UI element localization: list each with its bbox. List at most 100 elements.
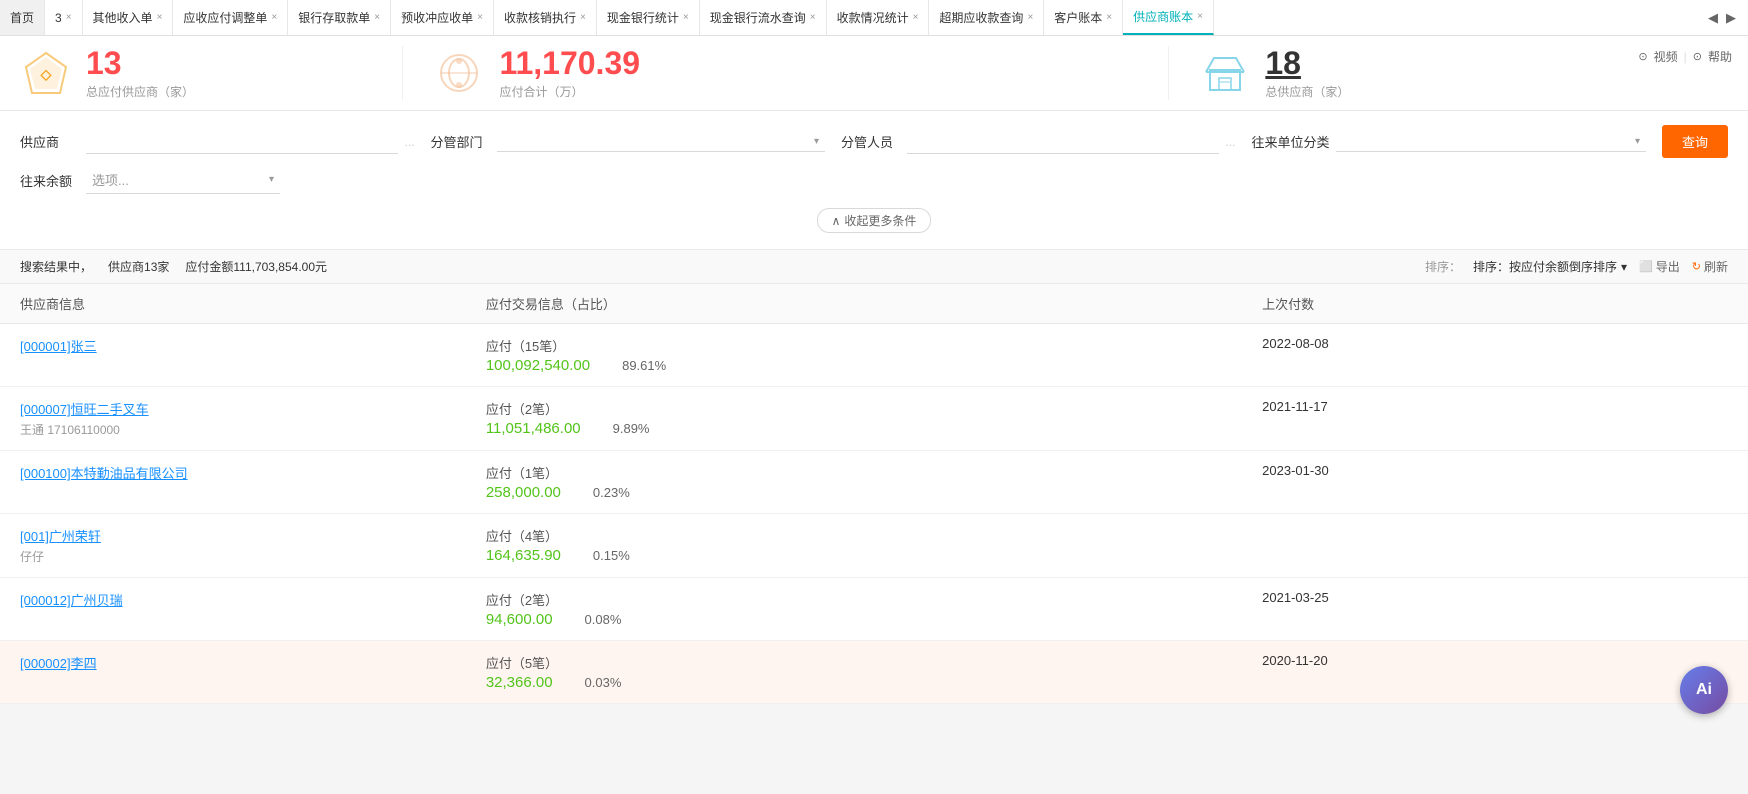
nav-customer-ledger-close[interactable]: ×: [1106, 12, 1112, 23]
transaction-row-3: 258,000.00 0.23%: [486, 484, 1262, 501]
nav-other-income[interactable]: 其他收入单 ×: [83, 0, 174, 35]
transaction-amount-3: 258,000.00: [486, 484, 561, 501]
nav-cash-bank-stat-close[interactable]: ×: [683, 12, 689, 23]
department-select[interactable]: ▾: [497, 132, 826, 152]
table-row: [000012]广州贝瑞 应付（2笔） 94,600.00 0.08% 2021…: [0, 578, 1748, 641]
category-dropdown-icon: ▾: [1635, 136, 1640, 147]
nav-advance-ar-close[interactable]: ×: [477, 12, 483, 23]
lastpay-cell-6: 2020-11-20: [1262, 653, 1728, 668]
nav-cash-bank-flow-close[interactable]: ×: [810, 12, 816, 23]
supplier-cell-6: [000002]李四: [20, 653, 486, 672]
transaction-row-6: 32,366.00 0.03%: [486, 674, 1262, 691]
nav-bank-deposit-close[interactable]: ×: [374, 12, 380, 23]
transaction-cell-1: 应付（15笔） 100,092,540.00 89.61%: [486, 336, 1262, 374]
supplier-link-3[interactable]: [000100]本特勤油品有限公司: [20, 466, 188, 481]
filter-supplier-label: 供应商: [20, 132, 80, 151]
filter-category-label: 往来单位分类: [1252, 132, 1330, 151]
nav-customer-ledger[interactable]: 客户账本 ×: [1044, 0, 1123, 35]
supplier-link-5[interactable]: [000012]广州贝瑞: [20, 593, 123, 608]
nav-prev-arrow[interactable]: ◀: [1704, 10, 1722, 26]
supplier-link-2[interactable]: [000007]恒旺二手叉车: [20, 402, 149, 417]
nav-tab3-close[interactable]: ×: [66, 12, 72, 23]
supplier-cell-1: [000001]张三: [20, 336, 486, 355]
nav-advance-ar-label: 预收冲应收单: [401, 9, 473, 26]
stat-payable-suppliers-number: 13: [86, 46, 194, 81]
lastpay-date-3: 2023-01-30: [1262, 463, 1329, 478]
video-link[interactable]: 视频: [1654, 48, 1678, 65]
filter-balance: 往来余额 选项... ▾: [20, 166, 280, 194]
nav-cash-bank-stat-label: 现金银行统计: [607, 9, 679, 26]
nav-supplier-ledger-close[interactable]: ×: [1197, 11, 1203, 22]
nav-advance-ar[interactable]: 预收冲应收单 ×: [391, 0, 494, 35]
ai-button-label: Ai: [1696, 681, 1712, 699]
nav-receipt-stat-close[interactable]: ×: [913, 12, 919, 23]
export-label: 导出: [1656, 258, 1680, 275]
filter-supplier: 供应商 ...: [20, 130, 415, 154]
nav-overdue-ar-close[interactable]: ×: [1027, 12, 1033, 23]
category-select[interactable]: ▾: [1336, 132, 1646, 152]
transaction-cell-5: 应付（2笔） 94,600.00 0.08%: [486, 590, 1262, 628]
help-link[interactable]: 帮助: [1708, 48, 1732, 65]
lastpay-date-2: 2021-11-17: [1262, 399, 1328, 414]
stat-total-suppliers-label: 总供应商（家）: [1265, 83, 1349, 100]
supplier-link-1[interactable]: [000001]张三: [20, 339, 97, 354]
transaction-cell-3: 应付（1笔） 258,000.00 0.23%: [486, 463, 1262, 501]
supplier-cell-4: [001]广州荣轩 仔仔: [20, 526, 486, 565]
transaction-percent-1: 89.61%: [622, 358, 666, 373]
collapse-icon: ∧: [832, 214, 841, 228]
nav-supplier-ledger[interactable]: 供应商账本 ×: [1123, 0, 1214, 35]
nav-other-income-label: 其他收入单: [93, 9, 153, 26]
table-header: 供应商信息 应付交易信息（占比） 上次付数: [0, 284, 1748, 324]
supplier-link-6[interactable]: [000002]李四: [20, 656, 97, 671]
table-row: [000100]本特勤油品有限公司 应付（1笔） 258,000.00 0.23…: [0, 451, 1748, 514]
nav-overdue-ar[interactable]: 超期应收款查询 ×: [929, 0, 1044, 35]
filter-department-label: 分管部门: [431, 132, 491, 151]
nav-receipt-writeoff-label: 收款核销执行: [504, 9, 576, 26]
table-row: [001]广州荣轩 仔仔 应付（4笔） 164,635.90 0.15%: [0, 514, 1748, 578]
transaction-amount-2: 11,051,486.00: [486, 420, 581, 437]
nav-cash-bank-stat[interactable]: 现金银行统计 ×: [597, 0, 700, 35]
sort-select[interactable]: 排序：按应付余额倒序排序 ▾: [1473, 258, 1627, 275]
query-button[interactable]: 查询: [1662, 125, 1728, 158]
supplier-input[interactable]: [86, 130, 398, 154]
supplier-link-4[interactable]: [001]广州荣轩: [20, 529, 101, 544]
result-bar-right: 排序： 排序：按应付余额倒序排序 ▾ ⬜ 导出 ↻ 刷新: [1425, 258, 1728, 275]
nav-ar-ap-adjust-close[interactable]: ×: [271, 12, 277, 23]
top-navigation: 首页 3 × 其他收入单 × 应收应付调整单 × 银行存取款单 × 预收冲应收单…: [0, 0, 1748, 36]
table-row: [000001]张三 应付（15笔） 100,092,540.00 89.61%…: [0, 324, 1748, 387]
export-button[interactable]: ⬜ 导出: [1639, 258, 1680, 275]
nav-receipt-writeoff[interactable]: 收款核销执行 ×: [494, 0, 597, 35]
lastpay-date-6: 2020-11-20: [1262, 653, 1328, 668]
refresh-button[interactable]: ↻ 刷新: [1692, 258, 1728, 275]
transaction-amount-1: 100,092,540.00: [486, 357, 590, 374]
stat-total-suppliers-number: 18: [1265, 46, 1349, 81]
export-icon: ⬜: [1639, 260, 1653, 273]
collapse-button[interactable]: ∧ 收起更多条件: [817, 208, 932, 233]
lastpay-cell-2: 2021-11-17: [1262, 399, 1728, 414]
nav-receipt-writeoff-close[interactable]: ×: [580, 12, 586, 23]
stat-total-suppliers-info: 18 总供应商（家）: [1265, 46, 1349, 100]
nav-home[interactable]: 首页: [0, 0, 45, 35]
nav-tab3[interactable]: 3 ×: [45, 0, 83, 35]
nav-bank-deposit[interactable]: 银行存取款单 ×: [288, 0, 391, 35]
stat-payable-amount-label: 应付合计（万）: [499, 83, 640, 100]
balance-select[interactable]: 选项... ▾: [86, 166, 280, 194]
transaction-label-3: 应付（1笔）: [486, 463, 1262, 482]
transaction-amount-4: 164,635.90: [486, 547, 561, 564]
supplier-sub-2: 王通 17106110000: [20, 421, 486, 438]
supplier-cell-3: [000100]本特勤油品有限公司: [20, 463, 486, 482]
nav-other-income-close[interactable]: ×: [157, 12, 163, 23]
manager-input[interactable]: [907, 130, 1219, 154]
nav-ar-ap-adjust[interactable]: 应收应付调整单 ×: [173, 0, 288, 35]
result-prefix: 搜索结果中，: [20, 258, 92, 275]
nav-next-arrow[interactable]: ▶: [1722, 10, 1740, 26]
transaction-percent-6: 0.03%: [585, 675, 622, 690]
ai-button[interactable]: Ai: [1680, 666, 1728, 714]
nav-cash-bank-flow[interactable]: 现金银行流水查询 ×: [700, 0, 827, 35]
nav-receipt-stat[interactable]: 收款情况统计 ×: [827, 0, 930, 35]
transaction-info-1: 应付（15笔） 100,092,540.00 89.61%: [486, 336, 1262, 374]
filter-manager-label: 分管人员: [841, 132, 901, 151]
transaction-label-1: 应付（15笔）: [486, 336, 1262, 355]
transaction-row-5: 94,600.00 0.08%: [486, 611, 1262, 628]
transaction-info-3: 应付（1笔） 258,000.00 0.23%: [486, 463, 1262, 501]
